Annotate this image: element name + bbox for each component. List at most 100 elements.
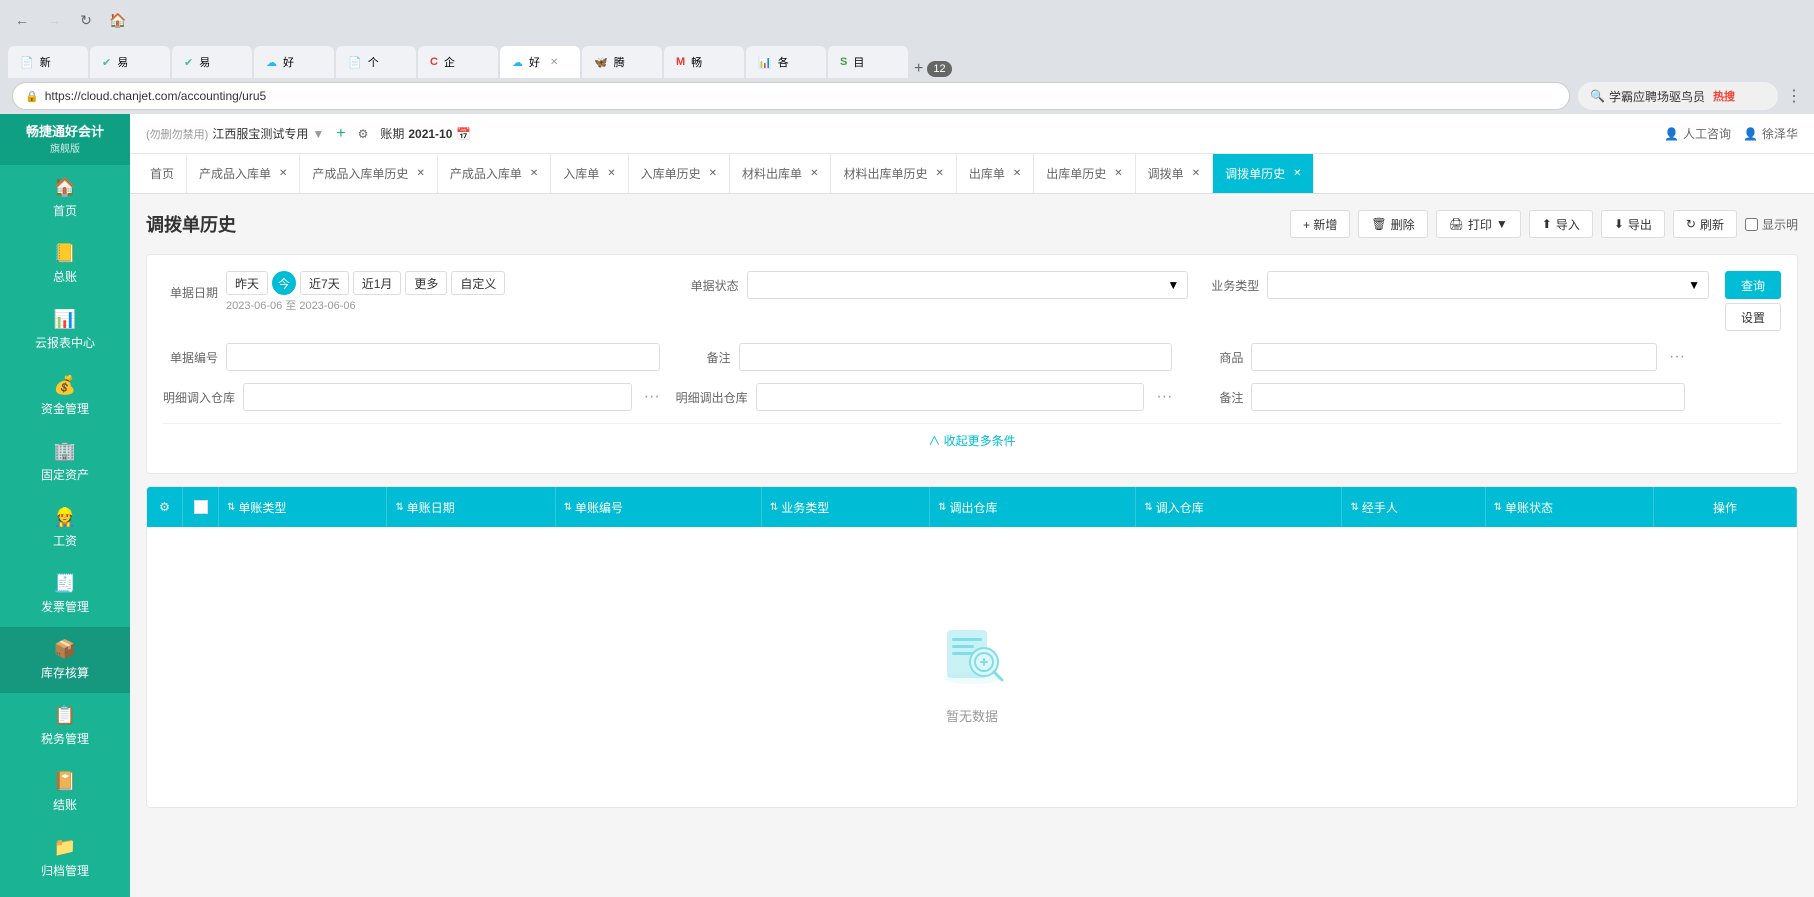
tab-close-7[interactable]: ✕: [550, 57, 558, 68]
tab-close-4[interactable]: ✕: [607, 168, 615, 179]
page-tab-5[interactable]: 入库单历史 ✕: [629, 154, 730, 194]
refresh-btn[interactable]: ↻ 刷新: [1673, 210, 1737, 238]
sidebar-item-closing[interactable]: 📔 结账: [0, 759, 130, 825]
page-tab-9[interactable]: 出库单历史 ✕: [1034, 154, 1135, 194]
tab-close-10[interactable]: ✕: [1192, 168, 1200, 179]
tab-close-3[interactable]: ✕: [530, 168, 538, 179]
collapse-bar[interactable]: ∧ 收起更多条件: [163, 423, 1781, 457]
browser-tab-8[interactable]: 🦋 腾: [582, 46, 662, 78]
goods-more-btn[interactable]: ···: [1669, 348, 1685, 366]
add-company-btn[interactable]: +: [336, 125, 345, 143]
th-settings[interactable]: ⚙: [147, 487, 183, 527]
sidebar-item-reports[interactable]: 📊 云报表中心: [0, 297, 130, 363]
page-tab-home[interactable]: 首页: [138, 154, 187, 194]
date-btn-1month[interactable]: 近1月: [353, 271, 402, 295]
biz-type-select[interactable]: ▼: [1267, 271, 1709, 299]
detail-out-more-btn[interactable]: ···: [1156, 388, 1172, 406]
browser-tab-1[interactable]: 📄 新: [8, 46, 88, 78]
detail-out-input[interactable]: [756, 383, 1145, 411]
page-tab-10[interactable]: 调拨单 ✕: [1136, 154, 1213, 194]
th-in-warehouse[interactable]: ⇅ 调入仓库: [1136, 487, 1342, 527]
company-selector[interactable]: (勿删勿禁用) 江西服宝测试专用 ▼: [146, 125, 324, 142]
th-handler[interactable]: ⇅ 经手人: [1342, 487, 1485, 527]
tab-close-1[interactable]: ✕: [279, 168, 287, 179]
page-tab-1[interactable]: 产成品入库单 ✕: [187, 154, 300, 194]
page-tab-8[interactable]: 出库单 ✕: [957, 154, 1034, 194]
tab-close-11[interactable]: ✕: [1293, 168, 1301, 179]
back-btn[interactable]: ←: [8, 6, 36, 34]
tab-close-5[interactable]: ✕: [709, 168, 717, 179]
date-btn-7days[interactable]: 近7天: [300, 271, 349, 295]
detail-in-input[interactable]: [243, 383, 632, 411]
page-tab-3[interactable]: 产成品入库单 ✕: [438, 154, 551, 194]
browser-tab-3[interactable]: ✔ 易: [172, 46, 252, 78]
import-btn[interactable]: ⬆ 导入: [1529, 210, 1593, 238]
refresh-btn[interactable]: ↻: [72, 6, 100, 34]
period-selector[interactable]: 账期 2021-10 📅: [380, 125, 471, 142]
sidebar-item-wages[interactable]: 👷 工资: [0, 495, 130, 561]
date-btn-yesterday[interactable]: 昨天: [226, 271, 268, 295]
sidebar-item-settings[interactable]: ⚙ 基础设置: [0, 891, 130, 897]
page-tab-7[interactable]: 材料出库单历史 ✕: [831, 154, 956, 194]
new-tab-btn[interactable]: +: [914, 60, 923, 78]
sidebar-item-home[interactable]: 🏠 首页: [0, 165, 130, 231]
th-out-warehouse[interactable]: ⇅ 调出仓库: [930, 487, 1136, 527]
sidebar-item-invoice[interactable]: 🧾 发票管理: [0, 561, 130, 627]
browser-tab-11[interactable]: S 目: [828, 46, 908, 78]
browser-tab-2[interactable]: ✔ 易: [90, 46, 170, 78]
remark-input[interactable]: [739, 343, 1173, 371]
th-doc-status[interactable]: ⇅ 单账状态: [1486, 487, 1654, 527]
delete-btn[interactable]: 🗑 删除: [1358, 210, 1427, 238]
home-btn[interactable]: 🏠: [104, 6, 132, 34]
export-btn[interactable]: ⬇ 导出: [1601, 210, 1665, 238]
display-checkbox[interactable]: [1745, 218, 1758, 231]
browser-tab-6[interactable]: C 企: [418, 46, 498, 78]
sidebar-item-funds[interactable]: 💰 资金管理: [0, 363, 130, 429]
tab-close-2[interactable]: ✕: [416, 168, 424, 179]
sidebar-item-assets[interactable]: 🏢 固定资产: [0, 429, 130, 495]
user-btn[interactable]: 👤 徐泽华: [1743, 125, 1798, 142]
page-tab-2[interactable]: 产成品入库单历史 ✕: [300, 154, 437, 194]
tab-close-9[interactable]: ✕: [1114, 168, 1122, 179]
tab-close-8[interactable]: ✕: [1013, 168, 1021, 179]
tab-close-6[interactable]: ✕: [810, 168, 818, 179]
page-tab-4[interactable]: 入库单 ✕: [551, 154, 628, 194]
page-tab-6[interactable]: 材料出库单 ✕: [730, 154, 831, 194]
th-doc-date[interactable]: ⇅ 单账日期: [387, 487, 555, 527]
sidebar-logo[interactable]: 畅捷通好会计 旗舰版: [0, 114, 130, 165]
goods-input[interactable]: [1251, 343, 1657, 371]
detail-in-more-btn[interactable]: ···: [644, 388, 660, 406]
setting-btn[interactable]: 设置: [1725, 303, 1781, 331]
browser-tab-4[interactable]: ☁ 好: [254, 46, 334, 78]
status-select[interactable]: ▼: [747, 271, 1189, 299]
date-btn-more[interactable]: 更多: [405, 271, 447, 295]
address-bar[interactable]: 🔒 https://cloud.chanjet.com/accounting/u…: [12, 82, 1570, 110]
page-tab-11[interactable]: 调拨单历史 ✕: [1213, 154, 1314, 194]
select-all-checkbox[interactable]: [194, 500, 208, 514]
date-btn-today[interactable]: 今: [272, 271, 296, 295]
support-btn[interactable]: 👤 人工咨询: [1664, 125, 1731, 142]
sidebar-item-inventory[interactable]: 📦 库存核算: [0, 627, 130, 693]
wages-icon: 👷: [54, 507, 76, 528]
th-check[interactable]: [183, 487, 219, 527]
docno-input[interactable]: [226, 343, 660, 371]
th-biz-type[interactable]: ⇅ 业务类型: [762, 487, 930, 527]
browser-tab-5[interactable]: 📄 个: [336, 46, 416, 78]
query-btn[interactable]: 查询: [1725, 271, 1781, 299]
browser-tab-7[interactable]: ☁ 好 ✕: [500, 46, 580, 78]
th-doc-no[interactable]: ⇅ 单账编号: [556, 487, 762, 527]
date-btn-custom[interactable]: 自定义: [451, 271, 505, 295]
browser-tab-9[interactable]: M 畅: [664, 46, 744, 78]
print-btn[interactable]: 🖨 打印 ▼: [1436, 210, 1521, 238]
sidebar-item-ledger[interactable]: 📒 总账: [0, 231, 130, 297]
new-btn[interactable]: + 新增: [1290, 210, 1350, 238]
remark2-input[interactable]: [1251, 383, 1685, 411]
sidebar-item-archive[interactable]: 📁 归档管理: [0, 825, 130, 891]
browser-tab-10[interactable]: 📊 各: [746, 46, 826, 78]
tab-close-7[interactable]: ✕: [935, 168, 943, 179]
sidebar-item-tax[interactable]: 📋 税务管理: [0, 693, 130, 759]
browser-menu-btn[interactable]: ⋮: [1786, 86, 1802, 106]
th-doc-type[interactable]: ⇅ 单账类型: [219, 487, 387, 527]
forward-btn[interactable]: →: [40, 6, 68, 34]
gear-icon[interactable]: ⚙: [358, 127, 369, 141]
